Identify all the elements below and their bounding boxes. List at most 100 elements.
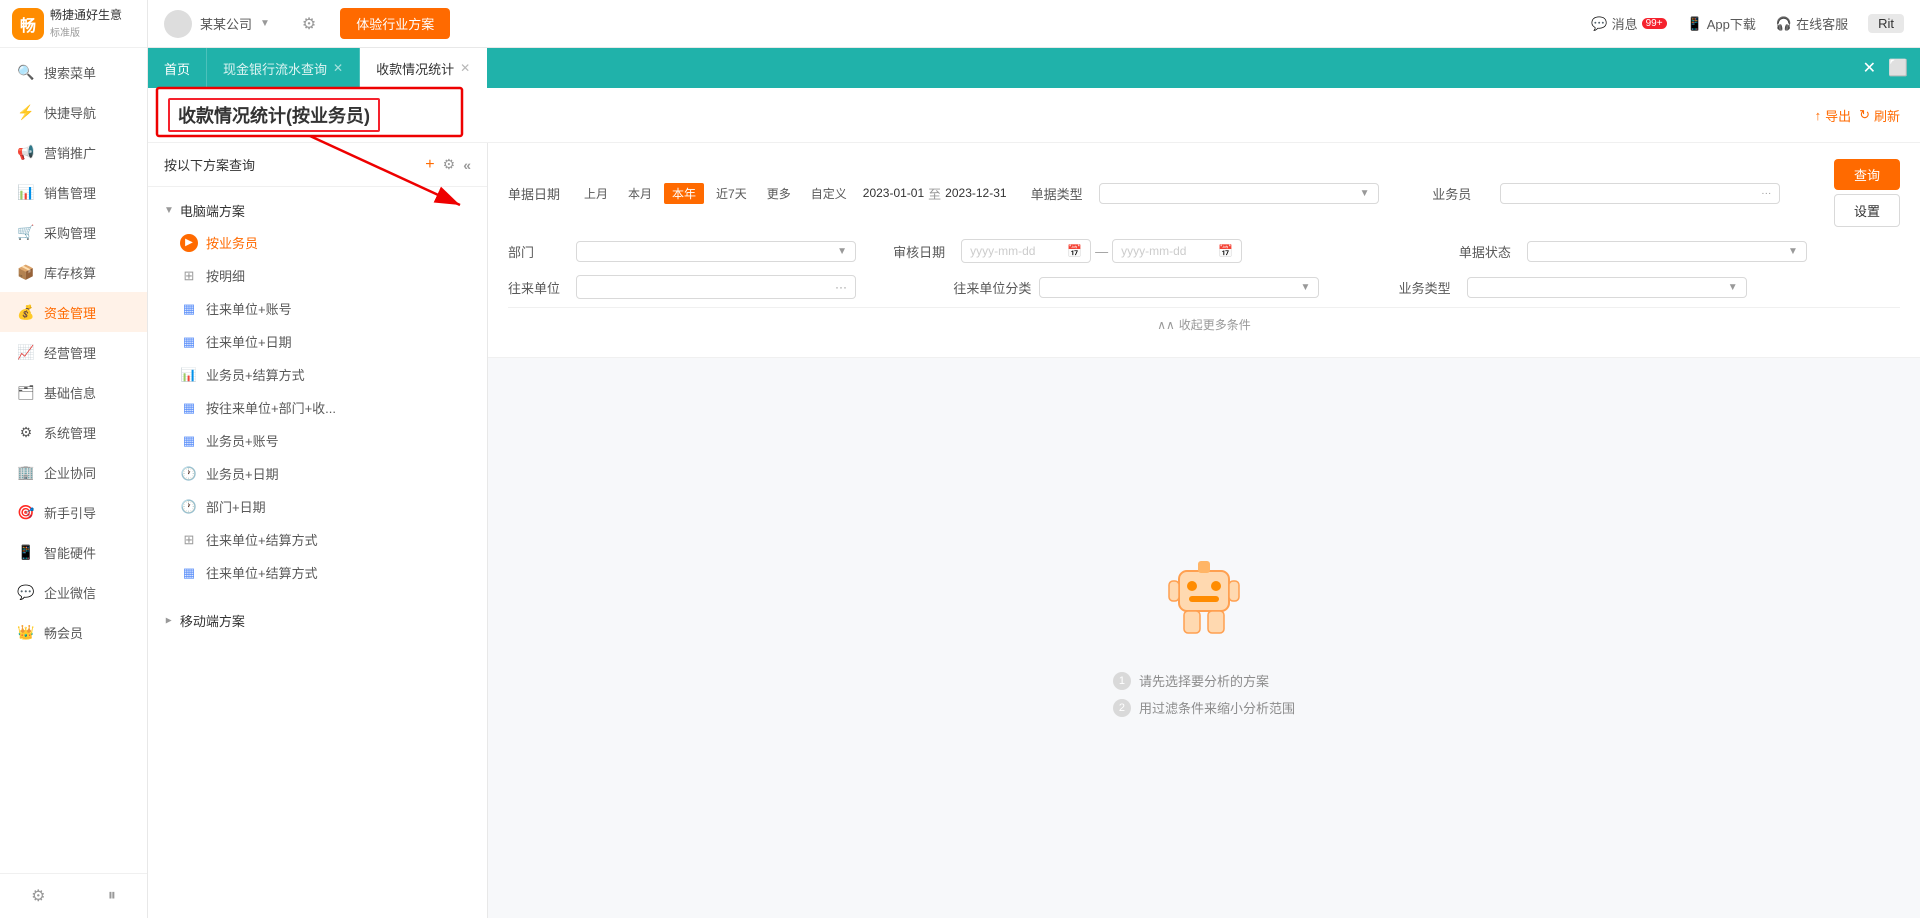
- partner-dots-icon[interactable]: ···: [835, 280, 847, 294]
- scheme-item-unit-settle[interactable]: ⊞ 往来单位+结算方式: [148, 523, 487, 556]
- operation-icon: 📈: [16, 342, 36, 362]
- messages-button[interactable]: 💬 消息 99+: [1591, 14, 1666, 33]
- partner-category-select[interactable]: ▼: [1039, 277, 1319, 298]
- salesperson-account-icon: ▦: [180, 432, 198, 450]
- scheme-item-salesperson-date[interactable]: 🕐 业务员+日期: [148, 457, 487, 490]
- audit-date-from-input[interactable]: yyyy-mm-dd 📅: [961, 239, 1091, 263]
- voucher-type-select[interactable]: ▼: [1099, 183, 1379, 204]
- scheme-item-salesperson-account[interactable]: ▦ 业务员+账号: [148, 424, 487, 457]
- sidebar-item-system[interactable]: ⚙ 系统管理: [0, 412, 147, 452]
- tab-bank-close-icon[interactable]: ✕: [333, 61, 343, 75]
- content-area: 按以下方案查询 + ⚙ « ▼ 电脑端方案 ▶ 按业务员 ⊞ 按明细: [148, 143, 1920, 918]
- salesperson-select[interactable]: ···: [1500, 183, 1780, 204]
- scheme-item-dept-date[interactable]: 🕐 部门+日期: [148, 490, 487, 523]
- online-service-button[interactable]: 🎧 在线客服: [1776, 14, 1848, 33]
- salesperson-date-icon: 🕐: [180, 465, 198, 483]
- scheme-item-unit-settle2[interactable]: ▦ 往来单位+结算方式: [148, 556, 487, 589]
- close-window-icon[interactable]: ✕: [1863, 58, 1876, 78]
- hardware-icon: 📱: [16, 542, 36, 562]
- partner-label: 往来单位: [508, 278, 568, 297]
- sidebar-item-hardware[interactable]: 📱 智能硬件: [0, 532, 147, 572]
- sidebar-menu: 🔍 搜索菜单 ⚡ 快捷导航 📢 营销推广 📊 销售管理 🛒 采购管理 📦 库存核…: [0, 48, 147, 873]
- phone-icon: 📱: [1687, 16, 1703, 32]
- unit-dept-icon: ▦: [180, 399, 198, 417]
- page-title: 收款情况统计(按业务员): [168, 98, 380, 132]
- enterprise-icon: 🏢: [16, 462, 36, 482]
- scheme-settings-icon[interactable]: ⚙: [443, 156, 456, 173]
- user-avatar: [164, 10, 192, 38]
- business-type-select[interactable]: ▼: [1467, 277, 1747, 298]
- empty-steps-list: 1 请先选择要分析的方案 2 用过滤条件来缩小分析范围: [1113, 671, 1295, 725]
- dept-select[interactable]: ▼: [576, 241, 856, 262]
- mobile-scheme-group-header[interactable]: ▼ 移动端方案: [148, 605, 487, 636]
- topbar-left: 某某公司 ▼ ⚙ 体验行业方案: [164, 8, 450, 39]
- voucher-status-arrow-icon: ▼: [1788, 246, 1798, 257]
- sidebar-item-operation[interactable]: 📈 经营管理: [0, 332, 147, 372]
- scheme-item-by-salesperson[interactable]: ▶ 按业务员: [148, 226, 487, 259]
- unit-settle2-icon: ▦: [180, 564, 198, 582]
- logo-text-block: 畅捷通好生意 标准版: [50, 8, 122, 39]
- app-download-button[interactable]: 📱 App下载: [1687, 14, 1756, 33]
- business-type-label: 业务类型: [1399, 278, 1459, 297]
- inventory-icon: 📦: [16, 262, 36, 282]
- sidebar-item-search[interactable]: 🔍 搜索菜单: [0, 52, 147, 92]
- date-tab-this-year[interactable]: 本年: [664, 183, 704, 204]
- sidebar-item-finance[interactable]: 💰 资金管理: [0, 292, 147, 332]
- settings-bottom-icon[interactable]: ⚙: [31, 886, 45, 906]
- sidebar-item-basic[interactable]: 🗂 基础信息: [0, 372, 147, 412]
- scheme-item-unit-dept-collect[interactable]: ▦ 按往来单位+部门+收...: [148, 391, 487, 424]
- date-tab-more[interactable]: 更多: [759, 183, 799, 204]
- sidebar-item-member[interactable]: 👑 畅会员: [0, 612, 147, 652]
- tab-collection[interactable]: 收款情况统计 ✕: [360, 48, 487, 88]
- date-tab-last7[interactable]: 近7天: [708, 183, 755, 204]
- scheme-item-unit-account[interactable]: ▦ 往来单位+账号: [148, 292, 487, 325]
- add-scheme-button[interactable]: +: [425, 156, 434, 174]
- query-button[interactable]: 查询: [1834, 159, 1900, 190]
- right-panel: 单据日期 上月 本月 本年 近7天 更多 自定义 2023-01-01 至: [488, 143, 1920, 918]
- sidebar-item-marketing[interactable]: 📢 营销推广: [0, 132, 147, 172]
- unit-settle-icon: ⊞: [180, 531, 198, 549]
- audit-date-range: yyyy-mm-dd 📅 — yyyy-mm-dd 📅: [961, 239, 1242, 263]
- scheme-item-by-detail[interactable]: ⊞ 按明细: [148, 259, 487, 292]
- settings-button[interactable]: 设置: [1834, 194, 1900, 227]
- scheme-item-unit-date[interactable]: ▦ 往来单位+日期: [148, 325, 487, 358]
- sidebar-item-purchase[interactable]: 🛒 采购管理: [0, 212, 147, 252]
- desktop-scheme-group-header[interactable]: ▼ 电脑端方案: [148, 195, 487, 226]
- sidebar-item-enterprise[interactable]: 🏢 企业协同: [0, 452, 147, 492]
- voucher-status-select[interactable]: ▼: [1527, 241, 1807, 262]
- detail-icon: ⊞: [180, 267, 198, 285]
- date-tab-custom[interactable]: 自定义: [803, 183, 855, 204]
- sidebar-item-sales[interactable]: 📊 销售管理: [0, 172, 147, 212]
- salesperson-arrow-icon: ···: [1761, 188, 1771, 199]
- collapse-button[interactable]: ∧∧ 收起更多条件: [1157, 316, 1251, 333]
- topbar-gear-icon[interactable]: ⚙: [302, 14, 316, 34]
- tab-home[interactable]: 首页: [148, 48, 207, 88]
- page-actions: ↑ 导出 ↻ 刷新: [1815, 106, 1900, 125]
- sidebar-item-inventory[interactable]: 📦 库存核算: [0, 252, 147, 292]
- trial-button[interactable]: 体验行业方案: [340, 8, 450, 39]
- tab-bank[interactable]: 现金银行流水查询 ✕: [207, 48, 360, 88]
- sidebar-item-quicknav[interactable]: ⚡ 快捷导航: [0, 92, 147, 132]
- headset-icon: 🎧: [1776, 16, 1792, 32]
- export-button[interactable]: ↑ 导出: [1815, 106, 1852, 125]
- robot-svg: [1154, 551, 1254, 651]
- collapse-panel-icon[interactable]: «: [463, 157, 471, 173]
- date-tab-last-month[interactable]: 上月: [576, 183, 616, 204]
- partner-select[interactable]: ···: [576, 275, 856, 299]
- audit-date-label: 审核日期: [893, 242, 953, 261]
- refresh-button[interactable]: ↻ 刷新: [1859, 106, 1900, 125]
- dept-arrow-icon: ▼: [837, 246, 847, 257]
- collapse-row: ∧∧ 收起更多条件: [508, 307, 1900, 341]
- date-tabs: 上月 本月 本年 近7天 更多 自定义: [576, 183, 855, 204]
- user-name: 某某公司: [200, 14, 252, 33]
- date-tab-this-month[interactable]: 本月: [620, 183, 660, 204]
- collapse-sidebar-icon[interactable]: ⏸: [108, 887, 116, 905]
- scheme-item-salesperson-settle[interactable]: 📊 业务员+结算方式: [148, 358, 487, 391]
- maximize-window-icon[interactable]: ⬜: [1888, 58, 1908, 78]
- audit-date-to-input[interactable]: yyyy-mm-dd 📅: [1112, 239, 1242, 263]
- user-dropdown-icon[interactable]: ▼: [260, 18, 270, 29]
- dept-label: 部门: [508, 242, 568, 261]
- sidebar-item-wechat[interactable]: 💬 企业微信: [0, 572, 147, 612]
- sidebar-item-guide[interactable]: 🎯 新手引导: [0, 492, 147, 532]
- tab-collection-close-icon[interactable]: ✕: [460, 61, 470, 75]
